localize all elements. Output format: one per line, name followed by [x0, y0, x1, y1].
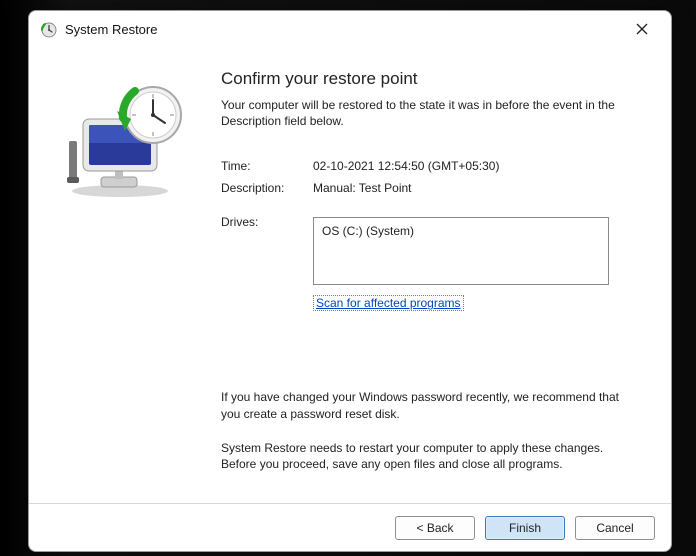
- description-value: Manual: Test Point: [313, 181, 641, 195]
- system-restore-icon: [39, 20, 57, 38]
- scan-affected-programs-link[interactable]: Scan for affected programs: [313, 295, 464, 311]
- page-heading: Confirm your restore point: [221, 69, 641, 89]
- drives-listbox[interactable]: OS (C:) (System): [313, 217, 609, 285]
- time-value: 02-10-2021 12:54:50 (GMT+05:30): [313, 159, 641, 173]
- drives-label: Drives:: [221, 215, 313, 229]
- description-label: Description:: [221, 181, 313, 195]
- system-restore-window: System Restore: [28, 10, 672, 552]
- left-pane: [29, 47, 207, 503]
- cancel-button[interactable]: Cancel: [575, 516, 655, 540]
- password-notice: If you have changed your Windows passwor…: [221, 389, 641, 421]
- footer: < Back Finish Cancel: [29, 503, 671, 551]
- drives-row: Drives: OS (C:) (System) Scan for affect…: [221, 215, 641, 311]
- body: Confirm your restore point Your computer…: [29, 47, 671, 503]
- drive-item[interactable]: OS (C:) (System): [322, 224, 600, 238]
- restore-illustration: [45, 73, 195, 203]
- restart-notice: System Restore needs to restart your com…: [221, 440, 641, 472]
- back-button[interactable]: < Back: [395, 516, 475, 540]
- time-label: Time:: [221, 159, 313, 173]
- window-title: System Restore: [65, 22, 157, 37]
- finish-button[interactable]: Finish: [485, 516, 565, 540]
- page-subtext: Your computer will be restored to the st…: [221, 97, 641, 129]
- close-button[interactable]: [619, 15, 665, 43]
- titlebar: System Restore: [29, 11, 671, 47]
- content-pane: Confirm your restore point Your computer…: [207, 47, 671, 503]
- info-grid: Time: 02-10-2021 12:54:50 (GMT+05:30) De…: [221, 159, 641, 195]
- close-icon: [636, 23, 648, 35]
